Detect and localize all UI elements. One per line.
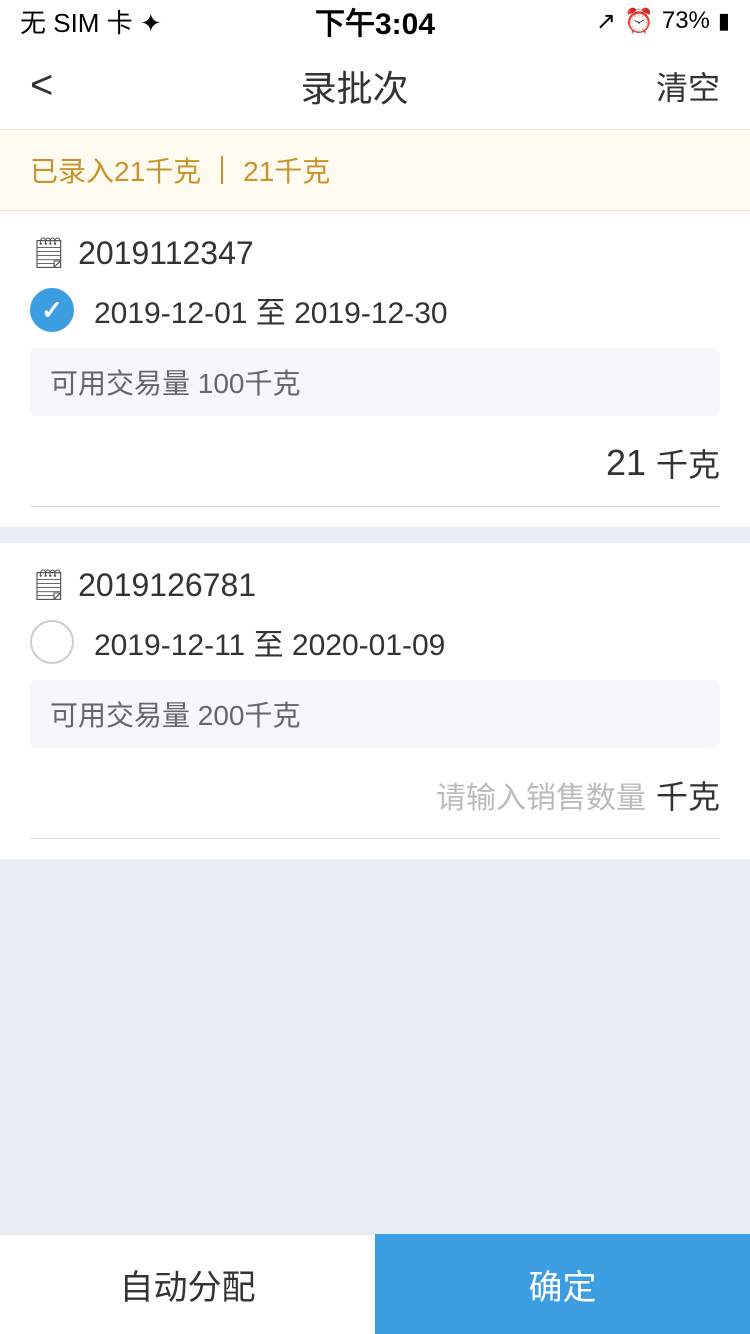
status-left: 无 SIM 卡 ✦ (20, 3, 162, 40)
batch-unit-1: 千克 (656, 440, 720, 486)
batch-checkbox-2[interactable] (30, 620, 74, 664)
batch-doc-icon-2: 🗒 (30, 568, 68, 603)
batch-availability-2: 可用交易量 200千克 (30, 680, 720, 748)
summary-value: 21千克 (243, 150, 330, 190)
batch-availability-text-1: 可用交易量 100千克 (50, 368, 301, 399)
bottom-bar: 自动分配 确定 (0, 1234, 750, 1334)
status-right: ↗ ⏰ 73% ▮ (596, 7, 730, 36)
summary-divider (221, 156, 223, 184)
batch-doc-icon-1: 🗒 (30, 236, 68, 271)
batch-header-2: 🗒 2019126781 (0, 543, 750, 614)
batch-availability-1: 可用交易量 100千克 (30, 348, 720, 416)
location-icon: ↗ (596, 7, 616, 36)
batch-amount-placeholder-2: 请输入销售数量 (30, 773, 646, 817)
batch-card-2: 🗒 2019126781 2019-12-11 至 2020-01-09 可用交… (0, 543, 750, 859)
battery-icon: ▮ (718, 8, 730, 34)
batch-date-row-2: 2019-12-11 至 2020-01-09 (0, 614, 750, 674)
status-bar: 无 SIM 卡 ✦ 下午3:04 ↗ ⏰ 73% ▮ (0, 0, 750, 42)
batch-number-2: 2019126781 (78, 567, 256, 604)
batch-amount-input-1[interactable] (526, 442, 646, 484)
recorded-summary: 已录入21千克 (30, 150, 201, 190)
sim-label: 无 SIM 卡 ✦ (20, 3, 162, 40)
batch-number-1: 2019112347 (78, 235, 254, 272)
battery-label: 73% (662, 7, 710, 35)
clear-button[interactable]: 清空 (656, 63, 720, 109)
batch-checkbox-1[interactable] (30, 288, 74, 332)
batch-date-row-1: 2019-12-01 至 2019-12-30 (0, 282, 750, 342)
batch-amount-row-2: 请输入销售数量 千克 (0, 758, 750, 838)
summary-bar: 已录入21千克 21千克 (0, 130, 750, 211)
confirm-button[interactable]: 确定 (375, 1234, 750, 1334)
batch-bottom-spacer-1 (0, 507, 750, 527)
batch-amount-row-1: 千克 (0, 426, 750, 506)
batch-unit-2: 千克 (656, 772, 720, 818)
batch-separator (0, 527, 750, 543)
batch-date-2: 2019-12-11 至 2020-01-09 (94, 620, 445, 664)
batch-header-1: 🗒 2019112347 (0, 211, 750, 282)
batch-availability-text-2: 可用交易量 200千克 (50, 700, 301, 731)
back-button[interactable]: < (30, 63, 53, 108)
batch-date-1: 2019-12-01 至 2019-12-30 (94, 288, 448, 332)
alarm-icon: ⏰ (624, 7, 654, 36)
batch-card-1: 🗒 2019112347 2019-12-01 至 2019-12-30 可用交… (0, 211, 750, 527)
auto-distribute-button[interactable]: 自动分配 (0, 1234, 375, 1334)
batch-bottom-spacer-2 (0, 839, 750, 859)
nav-bar: < 录批次 清空 (0, 42, 750, 130)
status-time: 下午3:04 (315, 0, 435, 43)
page-title: 录批次 (301, 60, 409, 112)
main-content: 🗒 2019112347 2019-12-01 至 2019-12-30 可用交… (0, 211, 750, 1315)
